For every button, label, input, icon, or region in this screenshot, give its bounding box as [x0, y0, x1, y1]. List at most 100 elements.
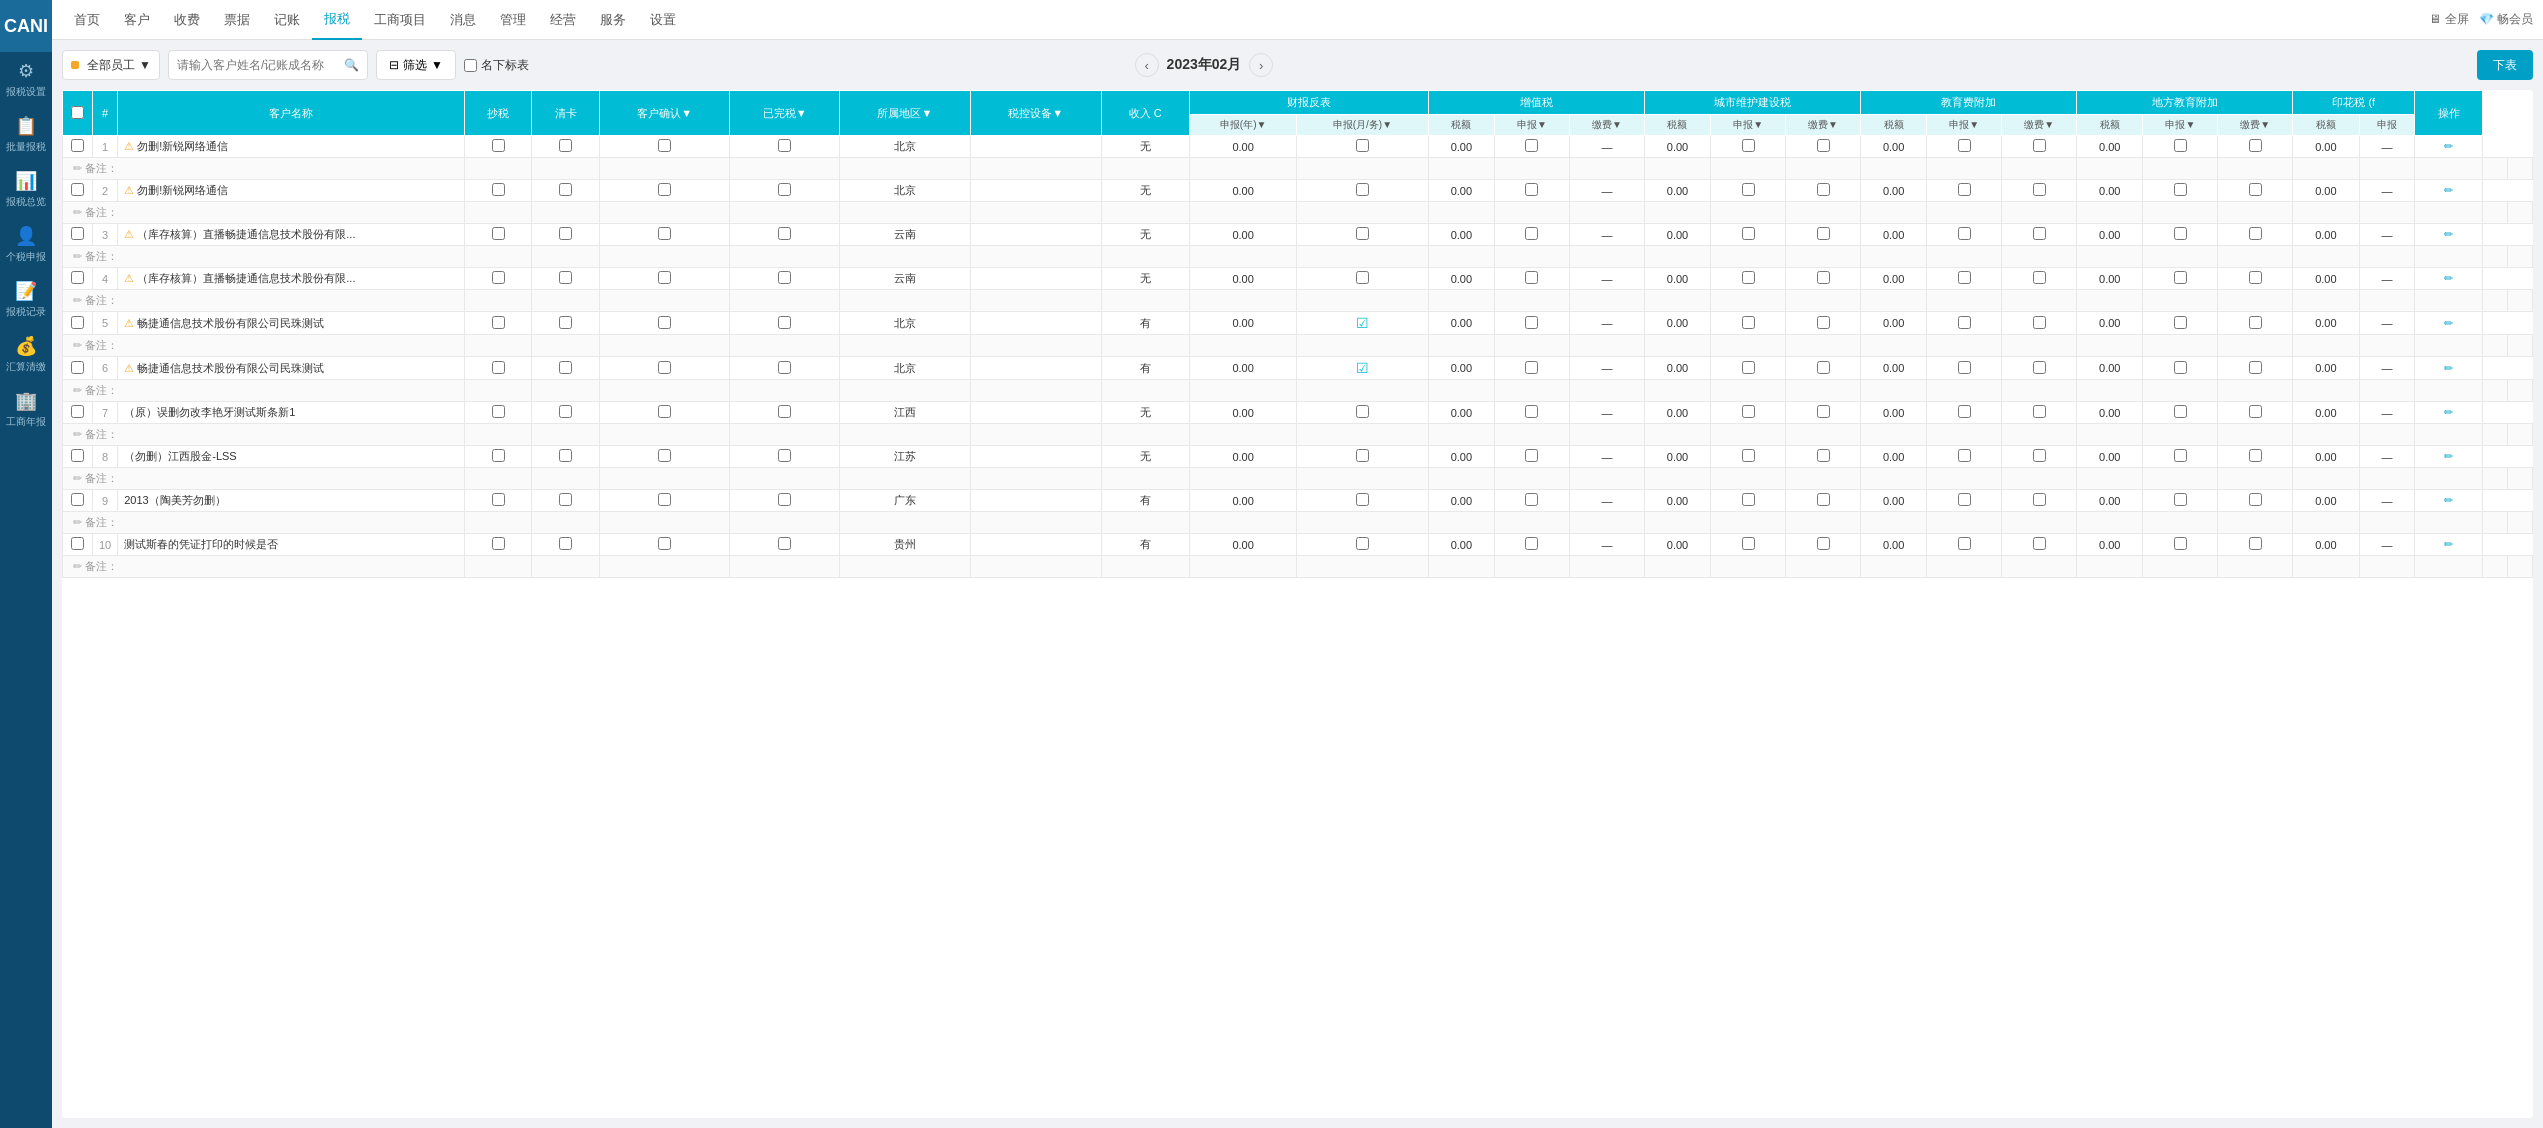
ledu-declare-checkbox[interactable] — [2174, 227, 2187, 240]
fin-month-checkbox[interactable] — [1356, 405, 1369, 418]
fin-month-checkbox[interactable] — [1356, 227, 1369, 240]
confirm-checkbox[interactable] — [658, 139, 671, 152]
ledu-declare-checkbox[interactable] — [2174, 183, 2187, 196]
vat-declare-checkbox[interactable] — [1525, 227, 1538, 240]
ledu-pay-checkbox[interactable] — [2249, 139, 2262, 152]
filter-button[interactable]: ⊟ 筛选 ▼ — [376, 50, 456, 80]
ledu-pay-checkbox[interactable] — [2249, 449, 2262, 462]
urban-pay-checkbox[interactable] — [1817, 493, 1830, 506]
completed-checkbox[interactable] — [778, 271, 791, 284]
edu-pay-checkbox[interactable] — [2033, 316, 2046, 329]
edit-icon[interactable]: ✏ — [2444, 538, 2453, 550]
edu-declare-checkbox[interactable] — [1958, 449, 1971, 462]
nav-gongshang[interactable]: 工商项目 — [362, 0, 438, 40]
urban-pay-checkbox[interactable] — [1817, 361, 1830, 374]
edu-pay-checkbox[interactable] — [2033, 537, 2046, 550]
edu-pay-checkbox[interactable] — [2033, 227, 2046, 240]
ledu-pay-checkbox[interactable] — [2249, 537, 2262, 550]
nav-guanli[interactable]: 管理 — [488, 0, 538, 40]
completed-checkbox[interactable] — [778, 493, 791, 506]
confirm-checkbox[interactable] — [658, 537, 671, 550]
completed-checkbox[interactable] — [778, 537, 791, 550]
vat-declare-checkbox[interactable] — [1525, 361, 1538, 374]
row-checkbox[interactable] — [71, 139, 84, 152]
row-checkbox[interactable] — [71, 537, 84, 550]
list-checkbox[interactable] — [464, 59, 477, 72]
sidebar-item-jilu[interactable]: 📝 报税记录 — [0, 272, 52, 327]
member-btn[interactable]: 💎 畅会员 — [2479, 11, 2533, 28]
confirm-checkbox[interactable] — [658, 405, 671, 418]
qingka-checkbox[interactable] — [559, 537, 572, 550]
nav-jizhan[interactable]: 记账 — [262, 0, 312, 40]
vat-declare-checkbox[interactable] — [1525, 183, 1538, 196]
completed-checkbox[interactable] — [778, 316, 791, 329]
row-checkbox[interactable] — [71, 405, 84, 418]
sidebar-item-zonlan[interactable]: 📊 报税总览 — [0, 162, 52, 217]
nav-shezhi[interactable]: 设置 — [638, 0, 688, 40]
chaoshui-checkbox[interactable] — [492, 271, 505, 284]
urban-pay-checkbox[interactable] — [1817, 139, 1830, 152]
fin-month-checkbox[interactable] — [1356, 493, 1369, 506]
ledu-declare-checkbox[interactable] — [2174, 271, 2187, 284]
edit-icon[interactable]: ✏ — [2444, 272, 2453, 284]
nav-customer[interactable]: 客户 — [112, 0, 162, 40]
ledu-pay-checkbox[interactable] — [2249, 405, 2262, 418]
download-button[interactable]: 下表 — [2477, 50, 2533, 80]
edit-icon[interactable]: ✏ — [2444, 362, 2453, 374]
ledu-declare-checkbox[interactable] — [2174, 139, 2187, 152]
row-checkbox[interactable] — [71, 271, 84, 284]
ledu-pay-checkbox[interactable] — [2249, 227, 2262, 240]
ledu-declare-checkbox[interactable] — [2174, 405, 2187, 418]
ledu-pay-checkbox[interactable] — [2249, 493, 2262, 506]
fin-month-checkbox[interactable] — [1356, 271, 1369, 284]
qingka-checkbox[interactable] — [559, 449, 572, 462]
nav-home[interactable]: 首页 — [62, 0, 112, 40]
row-checkbox[interactable] — [71, 449, 84, 462]
edu-pay-checkbox[interactable] — [2033, 361, 2046, 374]
qingka-checkbox[interactable] — [559, 183, 572, 196]
ledu-pay-checkbox[interactable] — [2249, 271, 2262, 284]
confirm-checkbox[interactable] — [658, 183, 671, 196]
qingka-checkbox[interactable] — [559, 361, 572, 374]
qingka-checkbox[interactable] — [559, 493, 572, 506]
vat-declare-checkbox[interactable] — [1525, 449, 1538, 462]
edu-declare-checkbox[interactable] — [1958, 227, 1971, 240]
qingka-checkbox[interactable] — [559, 316, 572, 329]
qingka-checkbox[interactable] — [559, 227, 572, 240]
edit-icon[interactable]: ✏ — [2444, 317, 2453, 329]
chaoshui-checkbox[interactable] — [492, 537, 505, 550]
search-input[interactable] — [177, 58, 344, 72]
urban-declare-checkbox[interactable] — [1742, 271, 1755, 284]
edu-declare-checkbox[interactable] — [1958, 183, 1971, 196]
chaoshui-checkbox[interactable] — [492, 227, 505, 240]
completed-checkbox[interactable] — [778, 361, 791, 374]
completed-checkbox[interactable] — [778, 405, 791, 418]
row-checkbox[interactable] — [71, 227, 84, 240]
urban-declare-checkbox[interactable] — [1742, 183, 1755, 196]
vat-declare-checkbox[interactable] — [1525, 271, 1538, 284]
completed-checkbox[interactable] — [778, 227, 791, 240]
edit-icon[interactable]: ✏ — [2444, 140, 2453, 152]
edu-pay-checkbox[interactable] — [2033, 405, 2046, 418]
chaoshui-checkbox[interactable] — [492, 183, 505, 196]
urban-declare-checkbox[interactable] — [1742, 537, 1755, 550]
ledu-pay-checkbox[interactable] — [2249, 316, 2262, 329]
sidebar-item-baoshuishezhi[interactable]: ⚙ 报税设置 — [0, 52, 52, 107]
urban-pay-checkbox[interactable] — [1817, 271, 1830, 284]
confirm-checkbox[interactable] — [658, 361, 671, 374]
ledu-pay-checkbox[interactable] — [2249, 361, 2262, 374]
confirm-checkbox[interactable] — [658, 449, 671, 462]
urban-declare-checkbox[interactable] — [1742, 449, 1755, 462]
employee-filter-select[interactable]: 全部员工 ▼ — [62, 50, 160, 80]
vat-declare-checkbox[interactable] — [1525, 139, 1538, 152]
urban-declare-checkbox[interactable] — [1742, 139, 1755, 152]
urban-declare-checkbox[interactable] — [1742, 493, 1755, 506]
fin-month-checkbox[interactable] — [1356, 449, 1369, 462]
fin-month-checkbox[interactable] — [1356, 537, 1369, 550]
edit-icon[interactable]: ✏ — [2444, 406, 2453, 418]
ledu-pay-checkbox[interactable] — [2249, 183, 2262, 196]
urban-declare-checkbox[interactable] — [1742, 361, 1755, 374]
fin-month-checkbox[interactable] — [1356, 139, 1369, 152]
urban-pay-checkbox[interactable] — [1817, 449, 1830, 462]
edu-pay-checkbox[interactable] — [2033, 139, 2046, 152]
